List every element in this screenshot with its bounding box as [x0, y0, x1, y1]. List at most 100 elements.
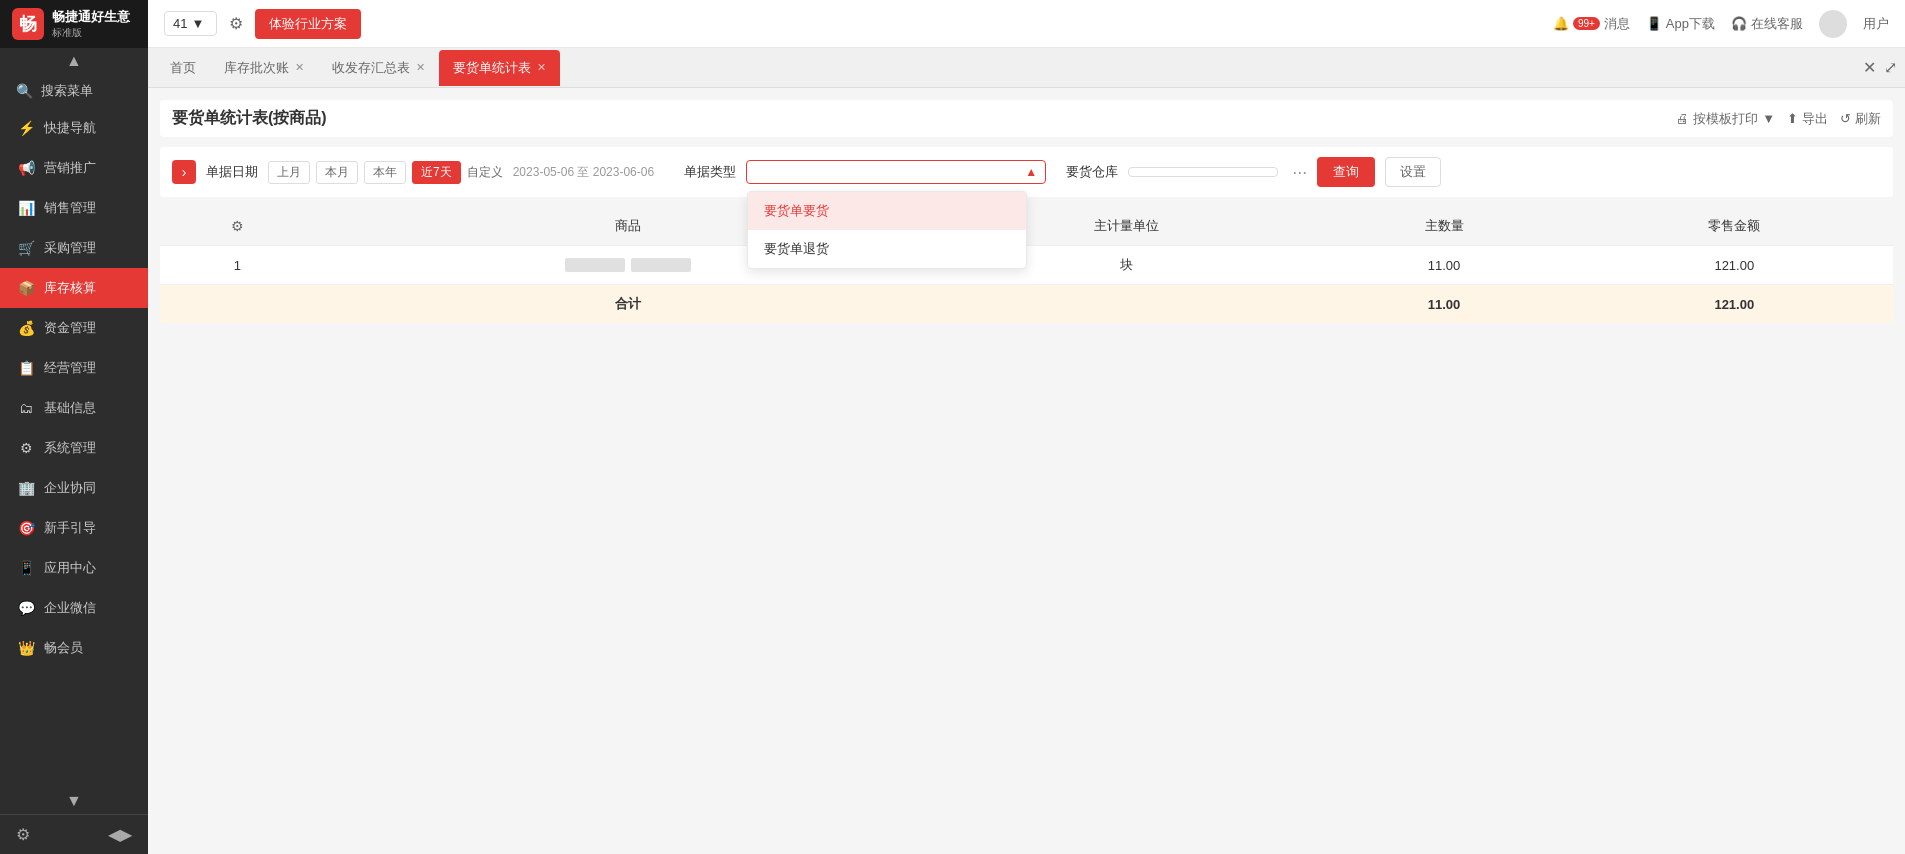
- topbar: 41 ▼ ⚙ 体验行业方案 🔔 99+ 消息 📱 App下载 🎧 在线客服 用户: [148, 0, 1905, 48]
- sidebar-item-label: 快捷导航: [44, 119, 96, 137]
- basic-icon: 🗂: [16, 398, 36, 418]
- user-avatar[interactable]: [1819, 10, 1847, 38]
- sidebar-item-quick-nav[interactable]: ⚡ 快捷导航: [0, 108, 148, 148]
- settings-btn[interactable]: 设置: [1385, 157, 1441, 187]
- footer-unit: [941, 285, 1313, 324]
- refresh-icon: ↺: [1840, 111, 1851, 126]
- settings-icon[interactable]: ⚙: [16, 825, 30, 844]
- restore-icon[interactable]: ⤢: [1884, 58, 1897, 77]
- col-settings[interactable]: ⚙: [160, 207, 315, 246]
- app-title-block: 畅捷通好生意 标准版: [52, 8, 130, 40]
- sidebar-item-system[interactable]: ⚙ 系统管理: [0, 428, 148, 468]
- cell-qty: 11.00: [1313, 246, 1576, 285]
- topbar-right: 🔔 99+ 消息 📱 App下载 🎧 在线客服 用户: [1553, 10, 1889, 38]
- system-icon: ⚙: [16, 438, 36, 458]
- type-filter-select[interactable]: ▲ 要货单要货 要货单退货: [746, 160, 1046, 184]
- footer-label: 合计: [315, 285, 941, 324]
- warehouse-filter-select[interactable]: [1128, 167, 1278, 177]
- col-qty: 主数量: [1313, 207, 1576, 246]
- purchase-icon: 🛒: [16, 238, 36, 258]
- sidebar-item-enterprise-wechat[interactable]: 💬 企业微信: [0, 588, 148, 628]
- print-btn[interactable]: 🖨 按模板打印 ▼: [1676, 110, 1775, 128]
- app-center-icon: 📱: [16, 558, 36, 578]
- filter-toggle-btn[interactable]: ›: [172, 160, 196, 184]
- tab-close-icon[interactable]: ✕: [295, 61, 304, 74]
- dropdown-item-requisition-return[interactable]: 要货单退货: [748, 230, 1026, 268]
- filter-bar: › 单据日期 上月 本月 本年 近7天 自定义 2023-05-06 至 202…: [160, 147, 1893, 197]
- chevron-down-icon: ▼: [191, 16, 204, 31]
- date-btn-this-month[interactable]: 本月: [316, 161, 358, 184]
- sidebar-footer: ⚙ ◀▶: [0, 814, 148, 854]
- export-label: 导出: [1802, 110, 1828, 128]
- member-icon: 👑: [16, 638, 36, 658]
- sidebar-search[interactable]: 🔍 搜索菜单: [0, 74, 148, 108]
- sidebar-item-member[interactable]: 👑 畅会员: [0, 628, 148, 668]
- dropdown-item-requisition-order[interactable]: 要货单要货: [748, 192, 1026, 230]
- export-icon: ⬆: [1787, 111, 1798, 126]
- sidebar-header: 畅 畅捷通好生意 标准版: [0, 0, 148, 48]
- tab-home[interactable]: 首页: [156, 53, 210, 83]
- notification-item[interactable]: 🔔 99+ 消息: [1553, 15, 1630, 33]
- sidebar-scroll-down[interactable]: ▼: [0, 788, 148, 814]
- refresh-label: 刷新: [1855, 110, 1881, 128]
- sidebar-item-label: 销售管理: [44, 199, 96, 217]
- industry-btn[interactable]: 体验行业方案: [255, 9, 361, 39]
- sidebar-item-label: 营销推广: [44, 159, 96, 177]
- app-download-item[interactable]: 📱 App下载: [1646, 15, 1715, 33]
- sidebar-item-label: 资金管理: [44, 319, 96, 337]
- close-all-icon[interactable]: ✕: [1863, 58, 1876, 77]
- collapse-icon[interactable]: ◀▶: [108, 825, 132, 844]
- sidebar-item-enterprise[interactable]: 🏢 企业协同: [0, 468, 148, 508]
- product-image-placeholder: [565, 258, 625, 272]
- product-name-placeholder: [631, 258, 691, 272]
- tab-collect-summary[interactable]: 收发存汇总表 ✕: [318, 50, 439, 86]
- quick-nav-icon: ⚡: [16, 118, 36, 138]
- page-actions: 🖨 按模板打印 ▼ ⬆ 导出 ↺ 刷新: [1676, 110, 1881, 128]
- date-custom-btn[interactable]: 自定义: [467, 164, 503, 181]
- type-chevron-icon: ▲: [1025, 165, 1037, 179]
- tab-close-icon[interactable]: ✕: [416, 61, 425, 74]
- table-settings-icon[interactable]: ⚙: [231, 218, 244, 234]
- sidebar-item-inventory[interactable]: 📦 库存核算: [0, 268, 148, 308]
- export-btn[interactable]: ⬆ 导出: [1787, 110, 1828, 128]
- sidebar-item-sales[interactable]: 📊 销售管理: [0, 188, 148, 228]
- sidebar-item-operation[interactable]: 📋 经营管理: [0, 348, 148, 388]
- query-btn[interactable]: 查询: [1317, 157, 1375, 187]
- tab-label: 收发存汇总表: [332, 59, 410, 77]
- tab-close-icon[interactable]: ✕: [537, 61, 546, 74]
- more-filters-icon[interactable]: ···: [1292, 162, 1307, 183]
- support-label: 在线客服: [1751, 15, 1803, 33]
- print-label: 按模板打印: [1693, 110, 1758, 128]
- col-amount: 零售金额: [1576, 207, 1893, 246]
- sidebar-item-guide[interactable]: 🎯 新手引导: [0, 508, 148, 548]
- date-options: 上月 本月 本年 近7天 自定义: [268, 161, 503, 184]
- sidebar-item-finance[interactable]: 💰 资金管理: [0, 308, 148, 348]
- refresh-btn[interactable]: ↺ 刷新: [1840, 110, 1881, 128]
- finance-icon: 💰: [16, 318, 36, 338]
- tab-inventory-batch[interactable]: 库存批次账 ✕: [210, 50, 318, 86]
- support-item[interactable]: 🎧 在线客服: [1731, 15, 1803, 33]
- sidebar-item-app-center[interactable]: 📱 应用中心: [0, 548, 148, 588]
- operation-icon: 📋: [16, 358, 36, 378]
- print-icon: 🖨: [1676, 111, 1689, 126]
- sidebar-item-label: 新手引导: [44, 519, 96, 537]
- sidebar-item-basic[interactable]: 🗂 基础信息: [0, 388, 148, 428]
- sidebar-scroll-up[interactable]: ▲: [0, 48, 148, 74]
- gear-icon[interactable]: ⚙: [229, 14, 243, 33]
- app-download-label: App下载: [1666, 15, 1715, 33]
- company-selector[interactable]: 41 ▼: [164, 11, 217, 36]
- table-footer-row: 合计 11.00 121.00: [160, 285, 1893, 324]
- tab-requisition-stats[interactable]: 要货单统计表 ✕: [439, 50, 560, 86]
- enterprise-icon: 🏢: [16, 478, 36, 498]
- sidebar-item-marketing[interactable]: 📢 营销推广: [0, 148, 148, 188]
- date-btn-last-7-days[interactable]: 近7天: [412, 161, 461, 184]
- date-btn-this-year[interactable]: 本年: [364, 161, 406, 184]
- sidebar-item-label: 企业协同: [44, 479, 96, 497]
- tabs-bar-end: ✕ ⤢: [1863, 58, 1897, 77]
- date-btn-last-month[interactable]: 上月: [268, 161, 310, 184]
- date-filter-label: 单据日期: [206, 163, 258, 181]
- page-title-bar: 要货单统计表(按商品) 🖨 按模板打印 ▼ ⬆ 导出 ↺ 刷新: [160, 100, 1893, 137]
- sidebar-item-purchase[interactable]: 🛒 采购管理: [0, 228, 148, 268]
- sidebar-item-label: 基础信息: [44, 399, 96, 417]
- tabs-bar: 首页 库存批次账 ✕ 收发存汇总表 ✕ 要货单统计表 ✕ ✕ ⤢: [148, 48, 1905, 88]
